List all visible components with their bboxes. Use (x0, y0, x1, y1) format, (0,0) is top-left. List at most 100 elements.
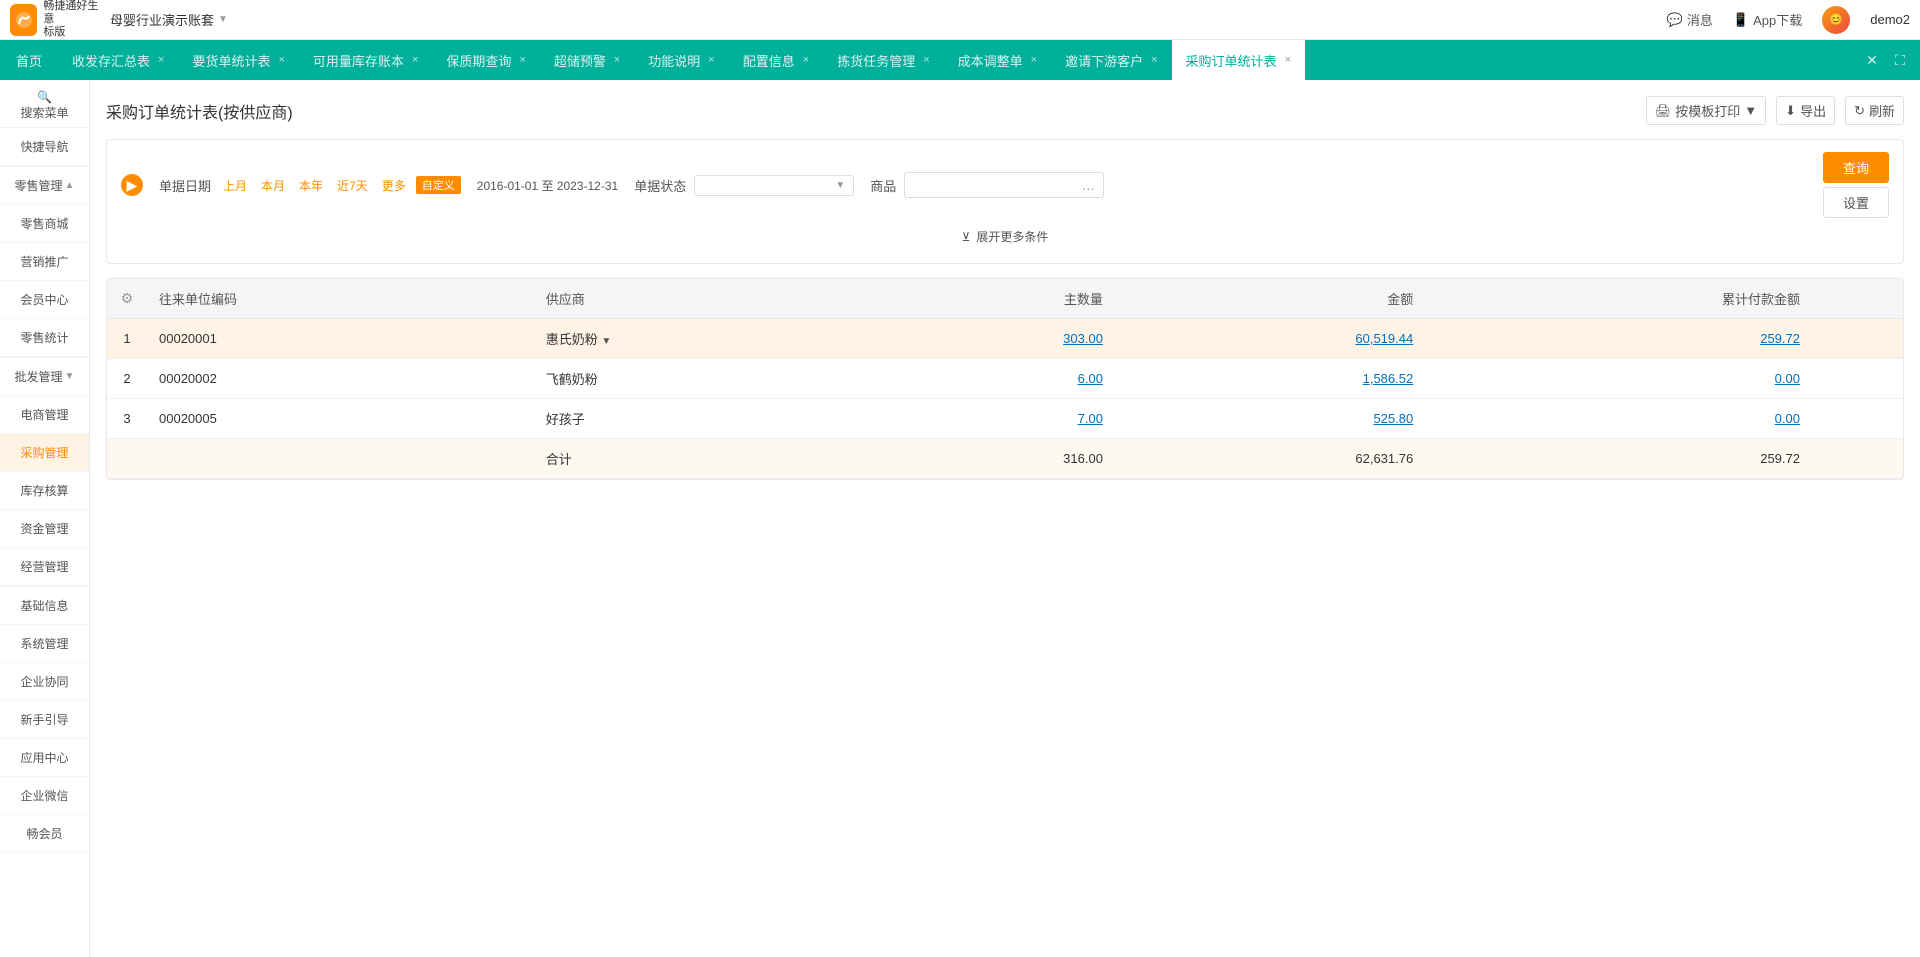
date-shortcut-this-year[interactable]: 本年 (295, 176, 327, 195)
row-expand-icon-1[interactable]: ▼ (601, 336, 611, 347)
nav-tab-label-0: 收发存汇总表 (72, 51, 150, 70)
expand-more-conditions[interactable]: ⊻ 展开更多条件 (121, 222, 1889, 251)
sidebar-item-enterprise-wechat[interactable]: 企业微信 (0, 777, 89, 815)
column-settings-icon[interactable]: ⚙ (119, 290, 135, 307)
row-main-qty-1[interactable]: 303.00 (873, 319, 1115, 359)
table-row[interactable]: 1 00020001 惠氏奶粉 ▼ 303.00 60,519.44 259.7… (107, 319, 1903, 359)
status-select[interactable]: ▼ (694, 175, 854, 196)
export-button[interactable]: ⬇ 导出 (1776, 96, 1835, 125)
filter-toggle-button[interactable]: ▶ (121, 174, 143, 196)
settings-button[interactable]: 设置 (1823, 187, 1889, 218)
nav-tab-7[interactable]: 拣货任务管理 × (823, 40, 943, 80)
nav-tab-5[interactable]: 功能说明 × (634, 40, 728, 80)
nav-tab-label-2: 可用量库存账本 (313, 51, 404, 70)
table-row[interactable]: 2 00020002 飞鹤奶粉 6.00 1,586.52 0.00 (107, 359, 1903, 399)
row-unit-code-3: 00020005 (147, 399, 534, 439)
row-paid-3[interactable]: 0.00 (1425, 399, 1812, 439)
nav-maximize-icon[interactable]: ⛶ (1888, 48, 1912, 72)
date-shortcut-7days[interactable]: 近7天 (333, 176, 372, 195)
app-download-button[interactable]: 📱 App下载 (1733, 10, 1802, 29)
date-shortcut-this-month[interactable]: 本月 (257, 176, 289, 195)
nav-tab-6[interactable]: 配置信息 × (729, 40, 823, 80)
nav-tab-0[interactable]: 收发存汇总表 × (58, 40, 178, 80)
sidebar-item-quick-nav[interactable]: 快捷导航 (0, 128, 89, 166)
nav-tab-close-3[interactable]: × (519, 54, 525, 66)
sidebar-item-wholesale-mgmt[interactable]: 批发管理 ▼ (0, 358, 89, 396)
refresh-icon: ↻ (1854, 103, 1865, 119)
sidebar-item-inventory[interactable]: 库存核算 (0, 472, 89, 510)
sidebar-item-purchase-mgmt[interactable]: 采购管理 (0, 434, 89, 472)
sidebar-item-retail-mgmt[interactable]: 零售管理 ▲ (0, 167, 89, 205)
nav-tab-close-0[interactable]: × (158, 54, 164, 66)
row-extra-2 (1812, 359, 1903, 399)
user-name[interactable]: demo2 (1870, 12, 1910, 27)
nav-tab-1[interactable]: 要货单统计表 × (178, 40, 298, 80)
nav-tab-4[interactable]: 超储预警 × (540, 40, 634, 80)
nav-tab-close-2[interactable]: × (412, 54, 418, 66)
date-shortcut-last-month[interactable]: 上月 (219, 176, 251, 195)
sidebar-item-app-center[interactable]: 应用中心 (0, 739, 89, 777)
goods-input-more-icon[interactable]: … (1081, 177, 1095, 193)
row-amount-1[interactable]: 60,519.44 (1115, 319, 1425, 359)
nav-tab-9[interactable]: 邀请下游客户 × (1051, 40, 1171, 80)
query-button[interactable]: 查询 (1823, 152, 1889, 183)
row-amount-3[interactable]: 525.80 (1115, 399, 1425, 439)
nav-tab-8[interactable]: 成本调整单 × (944, 40, 1051, 80)
app-name: 畅捷通好生意 标版 (43, 0, 100, 39)
nav-tab-close-4[interactable]: × (614, 54, 620, 66)
refresh-button[interactable]: ↻ 刷新 (1845, 96, 1904, 125)
goods-input[interactable]: … (904, 172, 1104, 198)
sidebar-item-member-vip[interactable]: 畅会员 (0, 815, 89, 853)
footer-row: 合计 316.00 62,631.76 259.72 (107, 439, 1903, 479)
workspace-selector[interactable]: 母婴行业演示账套 ▼ (100, 10, 1667, 29)
col-settings: ⚙ (107, 279, 147, 319)
nav-tab-label-3: 保质期查询 (446, 51, 511, 70)
sidebar-item-finance[interactable]: 资金管理 (0, 510, 89, 548)
print-button[interactable]: 🖨 按模板打印 ▼ (1646, 96, 1766, 125)
table-row[interactable]: 3 00020005 好孩子 7.00 525.80 0.00 (107, 399, 1903, 439)
nav-tab-close-5[interactable]: × (708, 54, 714, 66)
row-paid-1[interactable]: 259.72 (1425, 319, 1812, 359)
date-custom-badge[interactable]: 自定义 (416, 176, 461, 194)
user-avatar[interactable]: 😊 (1822, 6, 1850, 34)
row-main-qty-3[interactable]: 7.00 (873, 399, 1115, 439)
sidebar-search[interactable]: 🔍 搜索菜单 (0, 80, 89, 128)
row-main-qty-2[interactable]: 6.00 (873, 359, 1115, 399)
export-icon: ⬇ (1785, 103, 1796, 119)
date-shortcut-more[interactable]: 更多 (378, 176, 410, 195)
nav-tab-label-4: 超储预警 (554, 51, 606, 70)
col-extra (1812, 279, 1903, 319)
sidebar-item-retail-mall[interactable]: 零售商城 (0, 205, 89, 243)
footer-label: 合计 (534, 439, 873, 479)
footer-empty-2 (147, 439, 534, 479)
footer-amount: 62,631.76 (1115, 439, 1425, 479)
sidebar-item-enterprise-collab[interactable]: 企业协同 (0, 663, 89, 701)
data-table: ⚙ 往来单位编码 供应商 主数量 金额 累计付款金额 1 (107, 279, 1903, 479)
sidebar-item-marketing[interactable]: 营销推广 (0, 243, 89, 281)
sidebar-item-member-center[interactable]: 会员中心 (0, 281, 89, 319)
nav-tab-close-7[interactable]: × (923, 54, 929, 66)
nav-tab-close-10[interactable]: × (1285, 54, 1291, 66)
date-filter-label: 单据日期 (159, 176, 211, 195)
sidebar-item-retail-stats[interactable]: 零售统计 (0, 319, 89, 357)
nav-tab-home[interactable]: 首页 (0, 40, 58, 80)
sidebar-item-ecommerce[interactable]: 电商管理 (0, 396, 89, 434)
nav-tab-close-1[interactable]: × (278, 54, 284, 66)
row-amount-2[interactable]: 1,586.52 (1115, 359, 1425, 399)
sidebar-item-basic-info[interactable]: 基础信息 (0, 587, 89, 625)
message-button[interactable]: 💬 消息 (1667, 10, 1713, 29)
row-paid-2[interactable]: 0.00 (1425, 359, 1812, 399)
sidebar-item-new-guide[interactable]: 新手引导 (0, 701, 89, 739)
table-body: 1 00020001 惠氏奶粉 ▼ 303.00 60,519.44 259.7… (107, 319, 1903, 439)
filter-action-col: 查询 设置 (1823, 152, 1889, 218)
nav-tab-close-8[interactable]: × (1031, 54, 1037, 66)
nav-tab-close-6[interactable]: × (803, 54, 809, 66)
nav-tab-10[interactable]: 采购订单统计表 × (1172, 40, 1305, 80)
nav-close-all-icon[interactable]: ✕ (1860, 48, 1884, 72)
search-icon: 🔍 (8, 90, 81, 104)
nav-tab-close-9[interactable]: × (1151, 54, 1157, 66)
nav-tab-3[interactable]: 保质期查询 × (432, 40, 539, 80)
sidebar-item-system-mgmt[interactable]: 系统管理 (0, 625, 89, 663)
sidebar-item-operations[interactable]: 经营管理 (0, 548, 89, 586)
nav-tab-2[interactable]: 可用量库存账本 × (299, 40, 432, 80)
